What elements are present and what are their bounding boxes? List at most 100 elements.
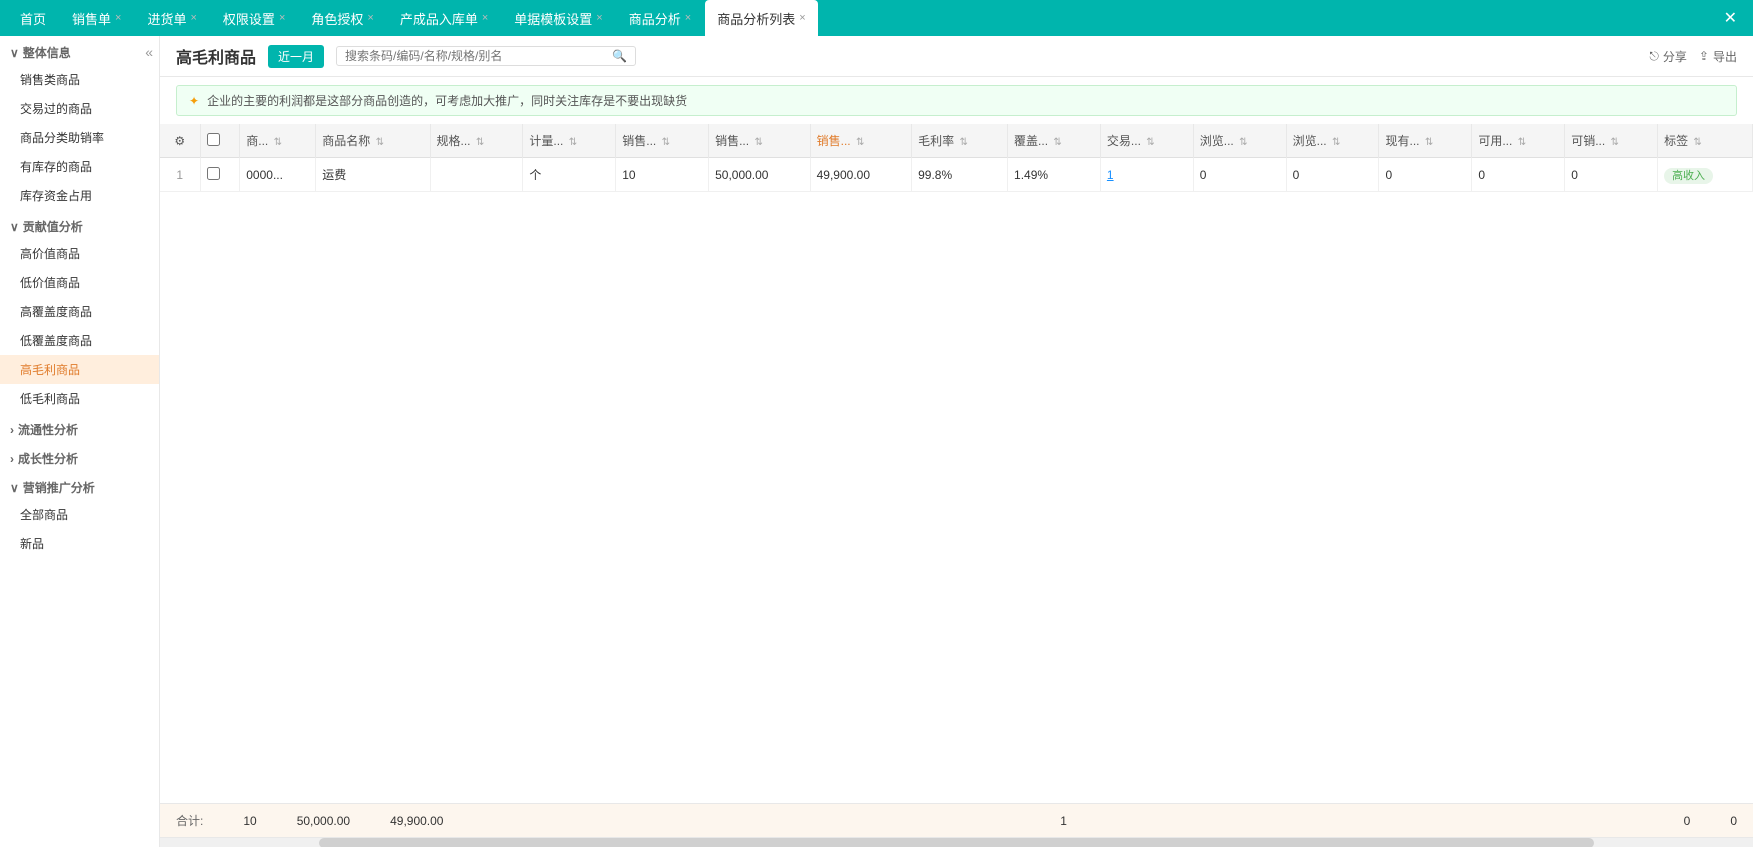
th-browse2[interactable]: 浏览... ⇅ [1286, 124, 1379, 158]
chevron-right-icon: › [10, 423, 14, 437]
td-num: 1 [160, 158, 200, 192]
sidebar: « ∨ 整体信息 销售类商品 交易过的商品 商品分类助销率 有库存的商品 库存资… [0, 36, 160, 847]
nav-template[interactable]: 单据模板设置 × [502, 0, 614, 36]
sidebar-item-low-coverage[interactable]: 低覆盖度商品 [0, 326, 159, 355]
export-icon: ⇪ [1699, 49, 1709, 63]
sidebar-item-stock-goods[interactable]: 有库存的商品 [0, 152, 159, 181]
chevron-down-icon: ∨ [10, 220, 19, 234]
sidebar-item-category-rate[interactable]: 商品分类助销率 [0, 123, 159, 152]
td-coverage: 1.49% [1008, 158, 1101, 192]
nav-role[interactable]: 角色授权 × [299, 0, 385, 36]
nav-permission[interactable]: 权限设置 × [211, 0, 297, 36]
footer-label: 合计: [176, 812, 203, 829]
th-sales-amount[interactable]: 销售... ⇅ [709, 124, 811, 158]
sidebar-item-high-coverage[interactable]: 高覆盖度商品 [0, 297, 159, 326]
sidebar-collapse-button[interactable]: « [145, 44, 153, 60]
close-icon[interactable]: × [367, 12, 373, 24]
th-current-stock[interactable]: 现有... ⇅ [1379, 124, 1472, 158]
sidebar-item-traded-goods[interactable]: 交易过的商品 [0, 94, 159, 123]
td-browse1: 0 [1193, 158, 1286, 192]
close-icon[interactable]: × [190, 12, 196, 24]
th-sales-qty[interactable]: 销售... ⇅ [616, 124, 709, 158]
sidebar-item-low-value[interactable]: 低价值商品 [0, 268, 159, 297]
tag-badge: 高收入 [1664, 168, 1713, 184]
sidebar-item-high-margin[interactable]: 高毛利商品 [0, 355, 159, 384]
th-coverage[interactable]: 覆盖... ⇅ [1008, 124, 1101, 158]
th-transaction[interactable]: 交易... ⇅ [1100, 124, 1193, 158]
th-tag[interactable]: 标签 ⇅ [1658, 124, 1753, 158]
sidebar-item-high-value[interactable]: 高价值商品 [0, 239, 159, 268]
chevron-down-icon: ∨ [10, 46, 19, 60]
footer-current-stock: 0 [1684, 814, 1691, 828]
nav-product-analysis-list[interactable]: 商品分析列表 × [705, 0, 817, 36]
search-bar[interactable]: 🔍 [336, 46, 636, 66]
td-sales-cost: 49,900.00 [810, 158, 912, 192]
td-checkbox[interactable] [200, 158, 240, 192]
close-icon[interactable]: × [279, 12, 285, 24]
th-unit[interactable]: 计量... ⇅ [523, 124, 616, 158]
td-sales-amount: 50,000.00 [709, 158, 811, 192]
share-icon: ⎋ [1649, 49, 1659, 64]
th-gross-margin[interactable]: 毛利率 ⇅ [912, 124, 1008, 158]
th-checkbox [200, 124, 240, 158]
transaction-link[interactable]: 1 [1107, 168, 1114, 182]
td-sales-qty: 10 [616, 158, 709, 192]
content-header: 高毛利商品 近一月 🔍 ⎋ 分享 ⇪ 导出 [160, 36, 1753, 77]
th-spec[interactable]: 规格... ⇅ [430, 124, 523, 158]
th-available-stock[interactable]: 可用... ⇅ [1472, 124, 1565, 158]
top-navigation: 首页 销售单 × 进货单 × 权限设置 × 角色授权 × 产成品入库单 × 单据… [0, 0, 1753, 36]
content-area: 高毛利商品 近一月 🔍 ⎋ 分享 ⇪ 导出 ✦ 企业的主要的利润都是这部分商品创… [160, 36, 1753, 847]
search-input[interactable] [345, 49, 606, 63]
nav-home[interactable]: 首页 [8, 0, 58, 36]
table-footer: 合计: 10 50,000.00 49,900.00 1 0 0 [160, 803, 1753, 837]
th-settings[interactable]: ⚙ [160, 124, 200, 158]
td-transaction: 1 [1100, 158, 1193, 192]
close-icon[interactable]: × [115, 12, 121, 24]
table-container: ⚙ 商... ⇅ 商品名称 ⇅ 规格... ⇅ 计量... ⇅ 销售... ⇅ … [160, 124, 1753, 803]
nav-sales[interactable]: 销售单 × [60, 0, 133, 36]
close-icon[interactable]: × [685, 12, 691, 24]
close-icon[interactable]: × [596, 12, 602, 24]
table-header-row: ⚙ 商... ⇅ 商品名称 ⇅ 规格... ⇅ 计量... ⇅ 销售... ⇅ … [160, 124, 1753, 158]
sidebar-item-all-goods[interactable]: 全部商品 [0, 500, 159, 529]
td-unit: 个 [523, 158, 616, 192]
filter-button[interactable]: 近一月 [268, 45, 324, 68]
close-icon[interactable]: × [482, 12, 488, 24]
sidebar-item-sales-goods[interactable]: 销售类商品 [0, 65, 159, 94]
select-all-checkbox[interactable] [207, 133, 220, 146]
th-sales-cost[interactable]: 销售... ⇅ [810, 124, 912, 158]
th-browse1[interactable]: 浏览... ⇅ [1193, 124, 1286, 158]
table-row: 1 0000... 运费 个 10 50,000.00 49,900.00 99… [160, 158, 1753, 192]
sidebar-item-stock-capital[interactable]: 库存资金占用 [0, 181, 159, 210]
search-icon[interactable]: 🔍 [612, 49, 627, 63]
td-available-stock: 0 [1472, 158, 1565, 192]
nav-product-entry[interactable]: 产成品入库单 × [388, 0, 500, 36]
sidebar-group-marketing[interactable]: ∨ 营销推广分析 [0, 471, 159, 500]
td-code: 0000... [240, 158, 316, 192]
sidebar-group-growth[interactable]: › 成长性分析 [0, 442, 159, 471]
main-layout: « ∨ 整体信息 销售类商品 交易过的商品 商品分类助销率 有库存的商品 库存资… [0, 36, 1753, 847]
th-name[interactable]: 商品名称 ⇅ [316, 124, 430, 158]
horizontal-scrollbar[interactable] [160, 837, 1753, 847]
td-current-stock: 0 [1379, 158, 1472, 192]
nav-product-analysis[interactable]: 商品分析 × [617, 0, 703, 36]
close-icon[interactable]: × [799, 12, 805, 24]
sidebar-group-overall[interactable]: ∨ 整体信息 [0, 36, 159, 65]
th-code[interactable]: 商... ⇅ [240, 124, 316, 158]
share-button[interactable]: ⎋ 分享 [1649, 48, 1687, 65]
td-spec [430, 158, 523, 192]
sidebar-group-contribution[interactable]: ∨ 贡献值分析 [0, 210, 159, 239]
sidebar-group-liquidity[interactable]: › 流通性分析 [0, 413, 159, 442]
nav-purchase[interactable]: 进货单 × [135, 0, 208, 36]
info-text: 企业的主要的利润都是这部分商品创造的，可考虑加大推广，同时关注库存是不要出现缺货 [207, 92, 687, 109]
chevron-down-icon: ∨ [10, 481, 19, 495]
td-browse2: 0 [1286, 158, 1379, 192]
th-sellable[interactable]: 可销... ⇅ [1565, 124, 1658, 158]
sidebar-item-new-goods[interactable]: 新品 [0, 529, 159, 558]
export-button[interactable]: ⇪ 导出 [1699, 48, 1737, 65]
header-actions: ⎋ 分享 ⇪ 导出 [1649, 48, 1737, 65]
td-tag: 高收入 [1658, 158, 1753, 192]
sidebar-item-low-margin[interactable]: 低毛利商品 [0, 384, 159, 413]
chevron-right-icon: › [10, 452, 14, 466]
window-close-button[interactable]: ✕ [1716, 4, 1745, 32]
